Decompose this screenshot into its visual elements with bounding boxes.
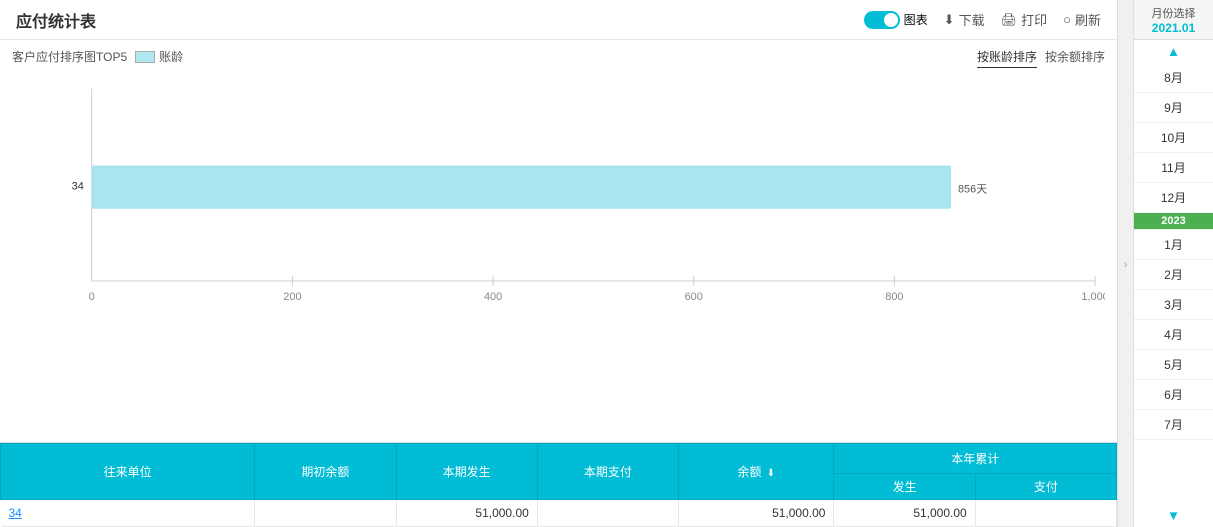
sidebar-month-item[interactable]: 4月 xyxy=(1134,320,1213,350)
svg-text:0: 0 xyxy=(89,291,95,303)
print-icon: 🖨 xyxy=(1001,12,1018,28)
page-title: 应付统计表 xyxy=(16,8,96,32)
sidebar-header-value: 2021.01 xyxy=(1138,21,1209,35)
chevron-down-icon: ▼ xyxy=(1167,508,1180,523)
table-section: 往来单位 期初余额 本期发生 本期支付 余额 ⬇ 本年累计 发生 xyxy=(0,442,1117,527)
col-opening: 期初余额 xyxy=(255,444,396,500)
svg-text:400: 400 xyxy=(484,291,502,303)
data-table: 往来单位 期初余额 本期发生 本期支付 余额 ⬇ 本年累计 发生 xyxy=(0,443,1117,527)
sidebar-month-item[interactable]: 12月 xyxy=(1134,183,1213,213)
download-button[interactable]: ⬇ 下载 xyxy=(944,10,985,29)
balance-icon: ⬇ xyxy=(767,468,775,479)
sidebar-header-label: 月份选择 xyxy=(1138,5,1209,21)
col-supplier: 往来单位 xyxy=(1,444,255,500)
col-ytd-occurred: 发生 xyxy=(834,474,975,500)
cell-supplier: 34 xyxy=(1,500,255,527)
svg-text:1,000: 1,000 xyxy=(1081,291,1105,303)
sidebar-up-button[interactable]: ▲ xyxy=(1134,40,1213,63)
supplier-link[interactable]: 34 xyxy=(9,506,22,520)
chart-legend: 客户应付排序图TOP5 账龄 xyxy=(12,48,183,65)
print-label: 打印 xyxy=(1021,10,1047,29)
svg-text:200: 200 xyxy=(283,291,301,303)
chart-toggle-container: 图表 xyxy=(864,11,928,29)
col-ytd-paid: 支付 xyxy=(975,474,1116,500)
sidebar-month-item[interactable]: 8月 xyxy=(1134,63,1213,93)
svg-text:600: 600 xyxy=(685,291,703,303)
header: 应付统计表 图表 ⬇ 下载 🖨 打印 ○ 刷新 xyxy=(0,0,1117,40)
chart-wrapper: 0 200 400 600 800 1,000 xyxy=(12,79,1105,359)
download-label: 下载 xyxy=(959,10,985,29)
sort-tab-amount[interactable]: 按余额排序 xyxy=(1045,48,1105,68)
legend-item: 账龄 xyxy=(135,48,183,65)
sidebar-month-item[interactable]: 9月 xyxy=(1134,93,1213,123)
legend-color-box xyxy=(135,51,155,63)
sidebar-month-item[interactable]: 7月 xyxy=(1134,410,1213,440)
chart-section: 客户应付排序图TOP5 账龄 按账龄排序 按余额排序 xyxy=(0,40,1117,442)
chart-toggle-label: 图表 xyxy=(904,11,928,28)
chart-svg: 0 200 400 600 800 1,000 xyxy=(52,79,1105,329)
sidebar-header: 月份选择 2021.01 xyxy=(1134,0,1213,40)
col-occurred: 本期发生 xyxy=(396,444,537,500)
cell-ytd-occurred: 51,000.00 xyxy=(834,500,975,527)
sidebar: 月份选择 2021.01 ▲ 8月9月10月11月12月20231月2月3月4月… xyxy=(1133,0,1213,527)
table-container: 往来单位 期初余额 本期发生 本期支付 余额 ⬇ 本年累计 发生 xyxy=(0,443,1117,527)
sidebar-month-list: 8月9月10月11月12月20231月2月3月4月5月6月7月 xyxy=(1134,63,1213,504)
download-icon: ⬇ xyxy=(944,12,955,28)
refresh-label: 刷新 xyxy=(1075,10,1101,29)
col-ytd: 本年累计 xyxy=(834,444,1117,474)
sidebar-down-button[interactable]: ▼ xyxy=(1134,504,1213,527)
sidebar-month-item[interactable]: 11月 xyxy=(1134,153,1213,183)
sort-tabs: 按账龄排序 按余额排序 xyxy=(977,48,1105,68)
sidebar-month-item[interactable]: 5月 xyxy=(1134,350,1213,380)
cell-balance: 51,000.00 xyxy=(679,500,834,527)
app-container: 应付统计表 图表 ⬇ 下载 🖨 打印 ○ 刷新 xyxy=(0,0,1213,527)
cell-occurred: 51,000.00 xyxy=(396,500,537,527)
table-row: 34 51,000.00 51,000.00 51,000.00 xyxy=(1,500,1117,527)
col-paid: 本期支付 xyxy=(537,444,678,500)
sidebar-month-item[interactable]: 2月 xyxy=(1134,260,1213,290)
header-actions: 图表 ⬇ 下载 🖨 打印 ○ 刷新 xyxy=(864,10,1101,29)
svg-text:34: 34 xyxy=(72,181,84,193)
sidebar-month-item[interactable]: 6月 xyxy=(1134,380,1213,410)
col-balance: 余额 ⬇ xyxy=(679,444,834,500)
col-balance-label: 余额 xyxy=(737,465,761,479)
cell-ytd-paid xyxy=(975,500,1116,527)
refresh-button[interactable]: ○ 刷新 xyxy=(1063,10,1101,29)
refresh-icon: ○ xyxy=(1063,12,1071,27)
chevron-right-icon: › xyxy=(1124,257,1128,271)
cell-paid xyxy=(537,500,678,527)
chart-toggle[interactable] xyxy=(864,11,900,29)
chevron-up-icon: ▲ xyxy=(1167,44,1180,59)
print-button[interactable]: 🖨 打印 xyxy=(1001,10,1048,29)
svg-text:856天: 856天 xyxy=(958,184,987,196)
cell-opening xyxy=(255,500,396,527)
legend-title: 客户应付排序图TOP5 xyxy=(12,48,127,65)
sidebar-month-item[interactable]: 1月 xyxy=(1134,230,1213,260)
main-content: 应付统计表 图表 ⬇ 下载 🖨 打印 ○ 刷新 xyxy=(0,0,1117,527)
svg-text:800: 800 xyxy=(885,291,903,303)
sidebar-month-item[interactable]: 3月 xyxy=(1134,290,1213,320)
sidebar-month-item[interactable]: 10月 xyxy=(1134,123,1213,153)
sidebar-collapse-button[interactable]: › xyxy=(1117,0,1133,527)
sort-tab-account[interactable]: 按账龄排序 xyxy=(977,48,1037,68)
sidebar-month-item[interactable]: 2023 xyxy=(1134,213,1213,230)
legend-item-label: 账龄 xyxy=(159,48,183,65)
